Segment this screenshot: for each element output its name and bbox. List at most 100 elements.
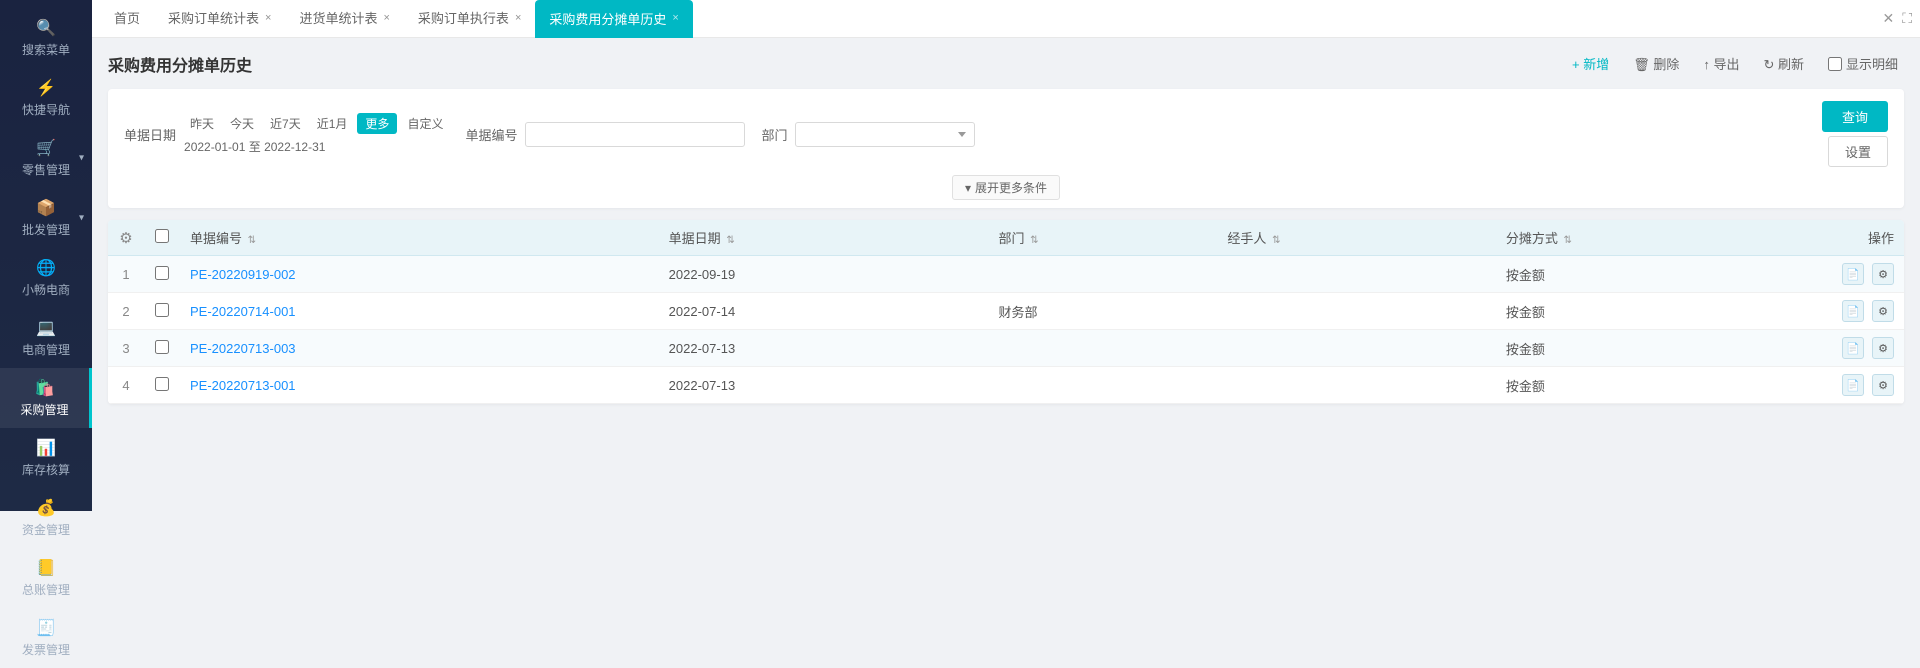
sidebar-item-wholesale[interactable]: 📦 批发管理 xyxy=(0,188,92,248)
row-ops-icon[interactable]: ⚙ xyxy=(1872,300,1894,322)
settings-col-icon[interactable]: ⚙ xyxy=(119,230,132,247)
handler-col-header: 经手人 ⇅ xyxy=(1217,220,1495,256)
doc-no-input[interactable] xyxy=(525,122,745,147)
sidebar-item-quick-nav[interactable]: ⚡ 快捷导航 xyxy=(0,68,92,128)
small-ecommerce-icon: 🌐 xyxy=(36,258,56,278)
wholesale-icon: 📦 xyxy=(36,198,56,218)
dept-select[interactable]: 财务部 xyxy=(795,122,975,147)
sidebar-item-retail[interactable]: 🛒 零售管理 xyxy=(0,128,92,188)
close-tab-icon[interactable]: ✕ xyxy=(1882,10,1894,27)
query-button[interactable]: 查询 xyxy=(1822,101,1888,132)
row-handler-cell xyxy=(1217,293,1495,330)
row-split-method-cell: 按金额 xyxy=(1496,367,1824,404)
page-title: 采购费用分摊单历史 xyxy=(108,52,252,76)
show-col-toggle[interactable]: 显示明细 xyxy=(1822,50,1904,77)
more-btn[interactable]: 更多 xyxy=(357,113,397,134)
refresh-button[interactable]: ↻ 刷新 xyxy=(1757,50,1810,77)
row-checkbox-cell xyxy=(144,293,180,330)
split-method-sort-icon[interactable]: ⇅ xyxy=(1564,235,1572,246)
row-view-icon[interactable]: 📄 xyxy=(1842,263,1864,285)
tab-purchase-order-exec-close[interactable]: × xyxy=(515,12,521,24)
tab-inbound-stats[interactable]: 进货单统计表 × xyxy=(285,0,403,38)
row-doc-no-link[interactable]: PE-20220713-003 xyxy=(190,341,296,356)
sidebar-item-label: 发票管理 xyxy=(22,641,70,658)
action-col-header: 操作 xyxy=(1824,220,1904,256)
delete-button[interactable]: 🗑 删除 xyxy=(1627,50,1685,77)
tab-purchase-cost-history-close[interactable]: × xyxy=(672,12,678,24)
sidebar-item-search[interactable]: 🔍 搜索菜单 xyxy=(0,8,92,68)
doc-no-label: 单据编号 xyxy=(465,125,517,144)
sidebar-item-label: 快捷导航 xyxy=(22,101,70,118)
date-sort-icon[interactable]: ⇅ xyxy=(726,235,734,246)
dept-col-header: 部门 ⇅ xyxy=(989,220,1218,256)
sidebar-item-label: 库存核算 xyxy=(22,461,70,478)
sidebar-item-label: 批发管理 xyxy=(22,221,70,238)
dept-sort-icon[interactable]: ⇅ xyxy=(1030,235,1038,246)
export-button[interactable]: ↑ 导出 xyxy=(1697,50,1745,77)
handler-sort-icon[interactable]: ⇅ xyxy=(1272,235,1280,246)
row-view-icon[interactable]: 📄 xyxy=(1842,337,1864,359)
row-doc-no-link[interactable]: PE-20220919-002 xyxy=(190,267,296,282)
dept-label: 部门 xyxy=(761,125,787,144)
row-action-cell: 📄 ⚙ xyxy=(1824,367,1904,404)
table-row: 2 PE-20220714-001 2022-07-14 财务部 按金额 📄 ⚙ xyxy=(108,293,1904,330)
month-btn[interactable]: 近1月 xyxy=(311,113,354,134)
doc-no-sort-icon[interactable]: ⇅ xyxy=(248,235,256,246)
maximize-icon[interactable]: ⛶ xyxy=(1902,10,1912,27)
custom-btn[interactable]: 自定义 xyxy=(401,113,449,134)
sidebar-item-small-ecommerce[interactable]: 🌐 小畅电商 xyxy=(0,248,92,308)
date-field: 单据日期 昨天 今天 近7天 近1月 更多 自定义 2022-01-01 至 2… xyxy=(124,113,449,155)
table-row: 4 PE-20220713-001 2022-07-13 按金额 📄 ⚙ xyxy=(108,367,1904,404)
row-date-cell: 2022-07-13 xyxy=(659,330,989,367)
set-button[interactable]: 设置 xyxy=(1828,136,1888,167)
row-doc-no-cell: PE-20220713-003 xyxy=(180,330,659,367)
tab-purchase-order-stats-close[interactable]: × xyxy=(265,12,271,24)
tab-inbound-stats-close[interactable]: × xyxy=(383,12,389,24)
row-checkbox[interactable] xyxy=(155,340,169,354)
add-button[interactable]: + 新增 xyxy=(1566,50,1615,77)
split-method-col-header: 分摊方式 ⇅ xyxy=(1496,220,1824,256)
sidebar-item-purchase[interactable]: 🛍️ 采购管理 xyxy=(0,368,92,428)
sidebar-item-label: 总账管理 xyxy=(22,581,70,598)
row-doc-no-link[interactable]: PE-20220714-001 xyxy=(190,304,296,319)
sidebar-item-label: 电商管理 xyxy=(22,341,70,358)
row-checkbox[interactable] xyxy=(155,377,169,391)
show-col-checkbox[interactable] xyxy=(1828,57,1842,71)
row-checkbox-cell xyxy=(144,256,180,293)
sidebar-item-label: 采购管理 xyxy=(20,401,68,418)
select-all-checkbox[interactable] xyxy=(155,229,169,243)
row-dept-cell xyxy=(989,256,1218,293)
row-checkbox[interactable] xyxy=(155,266,169,280)
row-split-method-cell: 按金额 xyxy=(1496,293,1824,330)
dept-col-label: 部门 xyxy=(999,231,1025,246)
row-num-cell: 1 xyxy=(108,256,144,293)
data-table: ⚙ 单据编号 ⇅ 单据日期 ⇅ xyxy=(108,220,1904,404)
tab-purchase-order-exec[interactable]: 采购订单执行表 × xyxy=(404,0,535,38)
tab-purchase-order-stats-label: 采购订单统计表 xyxy=(168,8,259,27)
tab-home[interactable]: 首页 xyxy=(100,0,154,38)
sidebar-item-invoice[interactable]: 🧾 发票管理 xyxy=(0,608,92,668)
week-btn[interactable]: 近7天 xyxy=(264,113,307,134)
row-ops-icon[interactable]: ⚙ xyxy=(1872,263,1894,285)
tab-purchase-cost-history[interactable]: 采购费用分摊单历史 × xyxy=(535,0,692,38)
row-view-icon[interactable]: 📄 xyxy=(1842,300,1864,322)
expand-btn[interactable]: ▾ 展开更多条件 xyxy=(952,175,1060,200)
row-doc-no-link[interactable]: PE-20220713-001 xyxy=(190,378,296,393)
row-view-icon[interactable]: 📄 xyxy=(1842,374,1864,396)
row-num-cell: 4 xyxy=(108,367,144,404)
row-ops-icon[interactable]: ⚙ xyxy=(1872,374,1894,396)
row-num-cell: 3 xyxy=(108,330,144,367)
row-ops-icon[interactable]: ⚙ xyxy=(1872,337,1894,359)
row-checkbox[interactable] xyxy=(155,303,169,317)
table-body: 1 PE-20220919-002 2022-09-19 按金额 📄 ⚙ 2 xyxy=(108,256,1904,404)
sidebar-item-finance[interactable]: 💰 资金管理 xyxy=(0,488,92,548)
tab-purchase-order-stats[interactable]: 采购订单统计表 × xyxy=(154,0,285,38)
quick-nav-icon: ⚡ xyxy=(36,78,56,98)
sidebar-item-ecommerce[interactable]: 💻 电商管理 xyxy=(0,308,92,368)
sidebar-item-ledger[interactable]: 📒 总账管理 xyxy=(0,548,92,608)
today-btn[interactable]: 今天 xyxy=(224,113,260,134)
yesterday-btn[interactable]: 昨天 xyxy=(184,113,220,134)
sidebar-item-inventory[interactable]: 📊 库存核算 xyxy=(0,428,92,488)
table-row: 1 PE-20220919-002 2022-09-19 按金额 📄 ⚙ xyxy=(108,256,1904,293)
row-num-cell: 2 xyxy=(108,293,144,330)
